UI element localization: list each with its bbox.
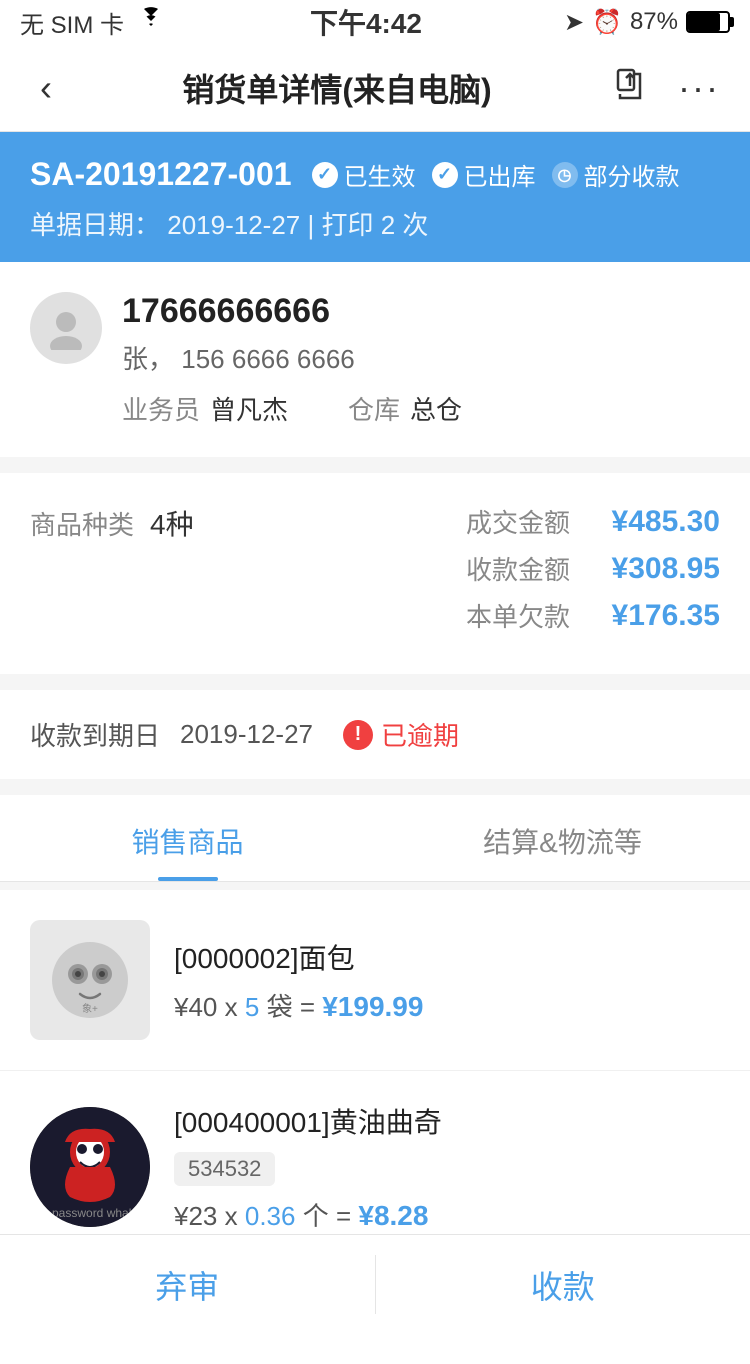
product-item: 象+ [0000002]面包 ¥40 x 5 袋 = ¥199.99	[0, 890, 750, 1071]
print-suffix: 次	[402, 210, 428, 240]
status-bar: 无 SIM 卡 下午4:42 ➤ ⏰ 87%	[0, 0, 750, 44]
summary-section: 商品种类 4种 成交金额 ¥485.30 收款金额 ¥308.95 本单欠款 ¥…	[0, 473, 750, 674]
product-qty-cookie: 0.36	[245, 1201, 296, 1231]
tab-products[interactable]: 销售商品	[0, 795, 375, 881]
banner-date-row: 单据日期： 2019-12-27 | 打印 2 次	[30, 205, 720, 242]
effective-icon: ✓	[312, 162, 338, 188]
partial-payment-label: 部分收款	[584, 157, 680, 192]
shipped-icon: ✓	[432, 162, 458, 188]
avatar	[30, 292, 102, 364]
product-image-cookie: password whale	[30, 1107, 150, 1227]
customer-id: 17666666666	[122, 292, 720, 331]
tabs-section: 销售商品 结算&物流等	[0, 795, 750, 882]
deal-amount-label: 成交金额	[466, 503, 570, 540]
nav-bar: ‹ 销货单详情(来自电脑) ···	[0, 44, 750, 132]
product-total-cookie: ¥8.28	[358, 1200, 428, 1231]
product-name-cookie: [000400001]黄油曲奇	[174, 1101, 720, 1141]
status-time: 下午4:42	[310, 2, 422, 42]
product-types-value: 4种	[150, 503, 194, 543]
deal-amount-row: 成交金额 ¥485.30	[466, 503, 720, 540]
shipped-label: 已出库	[464, 157, 536, 192]
salesperson-value: 曾凡杰	[210, 390, 288, 427]
product-sku-cookie: 534532	[174, 1152, 275, 1186]
product-details-bread: [0000002]面包 ¥40 x 5 袋 = ¥199.99	[174, 937, 720, 1024]
overdue-text: 已逾期	[381, 716, 459, 753]
product-qty-bread: 5	[245, 992, 259, 1022]
share-button[interactable]	[612, 66, 648, 109]
carrier-label: 无 SIM 卡	[20, 5, 124, 40]
summary-left: 商品种类 4种	[30, 503, 194, 551]
wifi-icon	[134, 7, 168, 38]
svg-text:password whale: password whale	[52, 1206, 138, 1220]
debt-amount-label: 本单欠款	[466, 597, 570, 634]
status-badges: ✓ 已生效 ✓ 已出库 ◷ 部分收款	[312, 157, 680, 192]
due-date-value: 2019-12-27	[180, 719, 313, 750]
summary-grid: 商品种类 4种 成交金额 ¥485.30 收款金额 ¥308.95 本单欠款 ¥…	[30, 503, 720, 644]
bottom-bar: 弃审 收款	[0, 1234, 750, 1334]
battery-icon	[686, 11, 730, 33]
badge-shipped: ✓ 已出库	[432, 157, 536, 192]
product-name-bread: [0000002]面包	[174, 937, 720, 977]
salesperson-label: 业务员	[122, 390, 200, 427]
print-separator: | 打印	[307, 210, 380, 240]
receipt-amount-value: ¥308.95	[590, 552, 720, 586]
due-date-label: 收款到期日	[30, 716, 160, 753]
warehouse-label: 仓库	[348, 390, 400, 427]
tabs: 销售商品 结算&物流等	[0, 795, 750, 882]
status-left: 无 SIM 卡	[20, 5, 168, 40]
receipt-amount-label: 收款金额	[466, 550, 570, 587]
alarm-icon: ⏰	[592, 8, 622, 37]
product-image-bread: 象+	[30, 920, 150, 1040]
customer-info: 17666666666 张， 156 6666 6666 业务员 曾凡杰 仓库 …	[122, 292, 720, 427]
location-icon: ➤	[564, 8, 584, 37]
product-types-item: 商品种类 4种	[30, 503, 194, 543]
product-price-cookie: ¥23 x 0.36 个 = ¥8.28	[174, 1196, 720, 1233]
header-banner: SA-20191227-001 ✓ 已生效 ✓ 已出库 ◷ 部分收款 单据日期：…	[0, 132, 750, 262]
confirm-button[interactable]: 收款	[376, 1235, 750, 1334]
overdue-icon: !	[343, 720, 373, 750]
effective-label: 已生效	[344, 157, 416, 192]
page-title: 销货单详情(来自电脑)	[182, 65, 491, 111]
badge-effective: ✓ 已生效	[312, 157, 416, 192]
banner-row1: SA-20191227-001 ✓ 已生效 ✓ 已出库 ◷ 部分收款	[30, 156, 720, 193]
summary-right: 成交金额 ¥485.30 收款金额 ¥308.95 本单欠款 ¥176.35	[466, 503, 720, 644]
tab-settlement[interactable]: 结算&物流等	[375, 795, 750, 881]
product-price-bread: ¥40 x 5 袋 = ¥199.99	[174, 987, 720, 1024]
badge-partial-payment: ◷ 部分收款	[552, 157, 680, 192]
nav-actions: ···	[612, 66, 720, 109]
cancel-button[interactable]: 弃审	[0, 1235, 375, 1334]
product-details-cookie: [000400001]黄油曲奇 534532 ¥23 x 0.36 个 = ¥8…	[174, 1101, 720, 1233]
overdue-badge: ! 已逾期	[343, 716, 459, 753]
svg-text:象+: 象+	[82, 1003, 98, 1015]
due-date-section: 收款到期日 2019-12-27 ! 已逾期	[0, 690, 750, 779]
warehouse-item: 仓库 总仓	[348, 390, 462, 427]
battery-label: 87%	[630, 8, 678, 36]
debt-amount-row: 本单欠款 ¥176.35	[466, 597, 720, 634]
back-button[interactable]: ‹	[30, 57, 62, 119]
order-number: SA-20191227-001	[30, 156, 292, 193]
product-total-bread: ¥199.99	[322, 991, 423, 1022]
customer-section: 17666666666 张， 156 6666 6666 业务员 曾凡杰 仓库 …	[0, 262, 750, 457]
order-date: 2019-12-27	[167, 210, 300, 240]
status-right: ➤ ⏰ 87%	[564, 8, 730, 37]
customer-meta: 业务员 曾凡杰 仓库 总仓	[122, 390, 720, 427]
partial-payment-icon: ◷	[552, 162, 578, 188]
receipt-amount-row: 收款金额 ¥308.95	[466, 550, 720, 587]
product-types-label: 商品种类	[30, 505, 134, 542]
more-button[interactable]: ···	[678, 67, 720, 109]
customer-phone: 张， 156 6666 6666	[122, 339, 720, 376]
print-count: 2	[381, 210, 395, 240]
warehouse-value: 总仓	[410, 390, 462, 427]
debt-amount-value: ¥176.35	[590, 599, 720, 633]
deal-amount-value: ¥485.30	[590, 505, 720, 539]
date-label: 单据日期：	[30, 210, 160, 240]
salesperson-item: 业务员 曾凡杰	[122, 390, 288, 427]
